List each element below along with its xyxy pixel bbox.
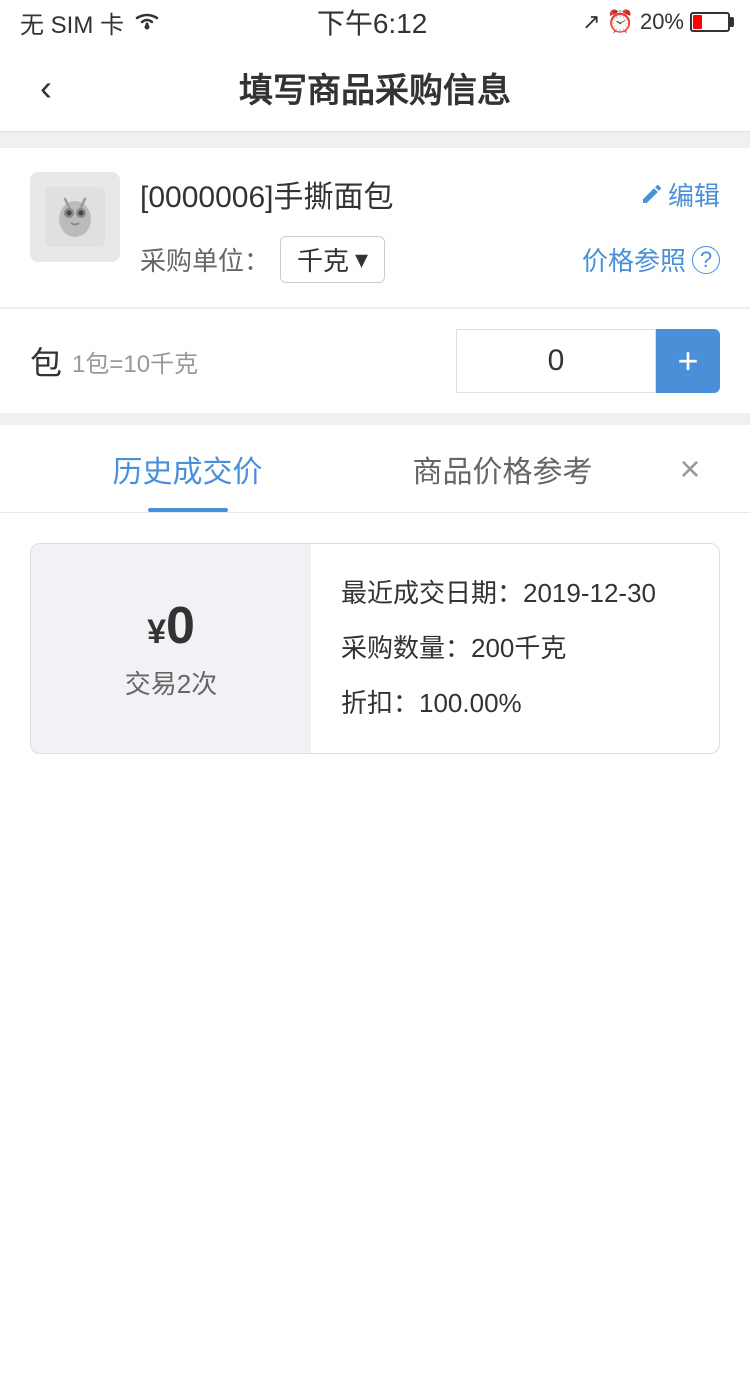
- nav-bar: ‹ 填写商品采购信息: [0, 44, 750, 132]
- status-bar: 无 SIM 卡 下午6:12 ↗ ⏰ 20%: [0, 0, 750, 44]
- status-right: ↗ ⏰ 20%: [582, 9, 730, 35]
- qty-unit-name: 包: [30, 338, 62, 384]
- qty-input[interactable]: [456, 329, 656, 393]
- qty-control: +: [456, 329, 720, 393]
- trade-discount-row: 折扣：100.00%: [341, 684, 689, 723]
- dropdown-icon: ▾: [355, 244, 368, 275]
- history-content: ¥0 交易2次 最近成交日期：2019-12-30 采购数量：200千克 折扣：…: [0, 513, 750, 784]
- history-card: ¥0 交易2次 最近成交日期：2019-12-30 采购数量：200千克 折扣：…: [30, 543, 720, 754]
- qty-plus-button[interactable]: +: [656, 329, 720, 393]
- help-icon: ?: [692, 246, 720, 274]
- tab-history-label: 历史成交价: [113, 447, 263, 491]
- tabs-panel: 历史成交价 商品价格参考 × ¥0 交易2次 最近成交日期：2019-12-30…: [0, 425, 750, 784]
- trade-qty-row: 采购数量：200千克: [341, 629, 689, 668]
- section-divider: [0, 413, 750, 425]
- trade-date-row: 最近成交日期：2019-12-30: [341, 574, 689, 613]
- product-thumbnail: [45, 187, 105, 247]
- unit-select[interactable]: 千克 ▾: [280, 236, 385, 283]
- edit-button[interactable]: 编辑: [640, 176, 720, 213]
- page-title: 填写商品采购信息: [239, 63, 511, 112]
- tab-underline: [148, 508, 228, 512]
- carrier-text: 无 SIM 卡: [20, 5, 124, 40]
- bottom-area: [0, 784, 750, 1384]
- close-button[interactable]: ×: [660, 439, 720, 499]
- currency-symbol: ¥: [147, 613, 166, 651]
- tab-history-price[interactable]: 历史成交价: [30, 425, 345, 512]
- alarm-icon: ⏰: [607, 9, 634, 35]
- product-card: [0000006]手撕面包 编辑 采购单位： 千克 ▾: [0, 148, 750, 307]
- history-details: 最近成交日期：2019-12-30 采购数量：200千克 折扣：100.00%: [311, 544, 719, 753]
- battery-pct: 20%: [640, 9, 684, 35]
- trade-count: 交易2次: [125, 664, 217, 701]
- location-icon: ↗: [582, 9, 600, 35]
- wifi-icon: [132, 8, 162, 37]
- product-image: [30, 172, 120, 262]
- tab-price-ref-label: 商品价格参考: [413, 447, 593, 491]
- back-button[interactable]: ‹: [30, 57, 62, 119]
- product-info: [0000006]手撕面包 编辑 采购单位： 千克 ▾: [140, 172, 720, 283]
- price-ref-button[interactable]: 价格参照 ?: [582, 241, 720, 278]
- status-left: 无 SIM 卡: [20, 5, 162, 40]
- edit-icon: [640, 182, 664, 206]
- battery-icon: [690, 12, 730, 32]
- qty-conversion: 1包=10千克: [72, 344, 198, 379]
- history-price-section: ¥0 交易2次: [31, 544, 311, 753]
- quantity-row: 包 1包=10千克 +: [0, 308, 750, 413]
- status-time: 下午6:12: [317, 2, 428, 42]
- tabs-header: 历史成交价 商品价格参考 ×: [0, 425, 750, 513]
- product-name: [0000006]手撕面包: [140, 172, 393, 216]
- tab-price-ref[interactable]: 商品价格参考: [345, 425, 660, 512]
- unit-label: 采购单位：: [140, 241, 270, 278]
- history-price: ¥0: [147, 596, 195, 656]
